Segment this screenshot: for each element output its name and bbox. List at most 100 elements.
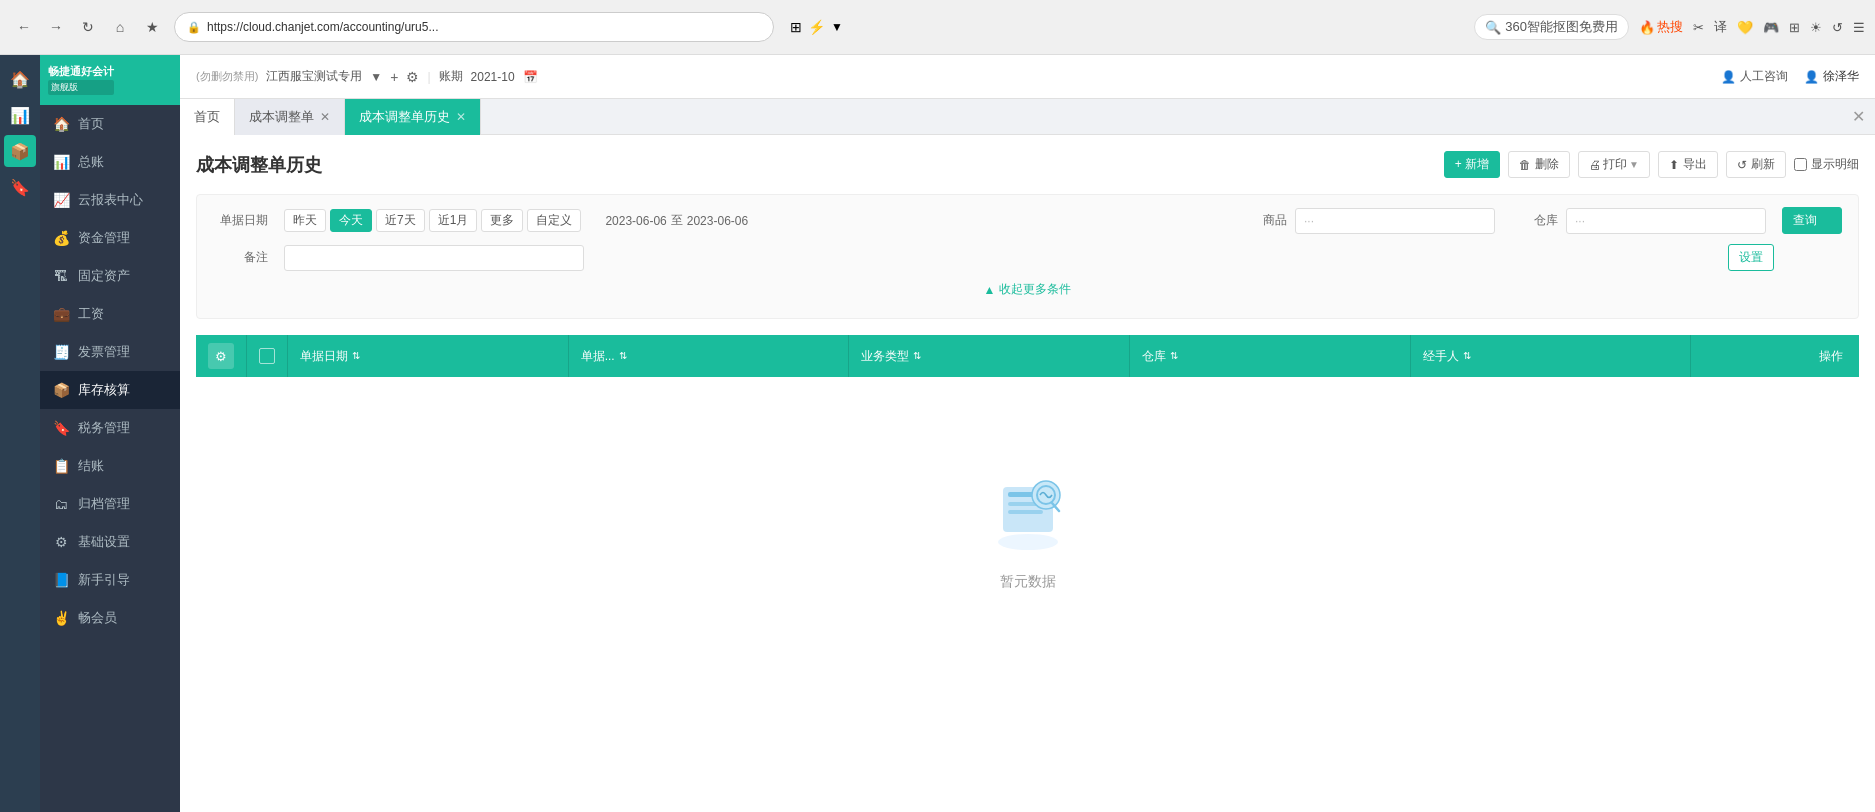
lightning-icon[interactable]: ⚡	[808, 19, 825, 35]
sidebar-item-settings[interactable]: ⚙ 基础设置	[40, 523, 180, 561]
show-detail-checkbox[interactable]	[1794, 158, 1807, 171]
translate-icon[interactable]: 译	[1714, 18, 1727, 36]
date-btn-1month[interactable]: 近1月	[429, 209, 478, 232]
sidebar-item-salary[interactable]: 💼 工资	[40, 295, 180, 333]
sidebar-item-account[interactable]: 📋 结账	[40, 447, 180, 485]
export-button[interactable]: ⬆ 导出	[1658, 151, 1718, 178]
sidebar-label-salary: 工资	[78, 305, 104, 323]
account-icon: 📋	[52, 458, 70, 474]
remark-filter-input[interactable]	[284, 245, 584, 271]
forward-button[interactable]: →	[42, 13, 70, 41]
select-all-checkbox[interactable]	[259, 348, 275, 364]
table-settings-icon[interactable]: ⚙	[208, 343, 234, 369]
sidebar-item-member[interactable]: ✌ 畅会员	[40, 599, 180, 637]
search-bar[interactable]: 🔍 360智能抠图免费用	[1474, 14, 1629, 40]
sidebar-item-ledger[interactable]: 📊 总账	[40, 143, 180, 181]
print-button[interactable]: 🖨 打印 ▼	[1578, 151, 1650, 178]
tabs-bar: 首页 成本调整单 ✕ 成本调整单历史 ✕ ✕	[180, 99, 1875, 135]
sort-num-icon: ⇅	[619, 351, 627, 361]
col-checkbox[interactable]	[247, 335, 288, 377]
home-nav-button[interactable]: ⌂	[106, 13, 134, 41]
user-menu[interactable]: 👤 徐泽华	[1804, 68, 1859, 85]
date-btn-today[interactable]: 今天	[330, 209, 372, 232]
sidebar-item-reports[interactable]: 📈 云报表中心	[40, 181, 180, 219]
refresh-button[interactable]: ↺ 刷新	[1726, 151, 1786, 178]
company-dropdown-icon[interactable]: ▼	[370, 70, 382, 84]
tab-cost-adjust[interactable]: 成本调整单 ✕	[235, 99, 345, 135]
guide-icon: 📘	[52, 572, 70, 588]
col-date-label: 单据日期	[300, 348, 348, 365]
tab-cost-adjust-history[interactable]: 成本调整单历史 ✕	[345, 99, 481, 135]
bookmark-button[interactable]: ★	[138, 13, 166, 41]
page-title: 成本调整单历史	[196, 153, 322, 177]
wallet-icon[interactable]: 💛	[1737, 20, 1753, 35]
show-detail-toggle[interactable]: 显示明细	[1794, 156, 1859, 173]
empty-text: 暂元数据	[1000, 573, 1056, 591]
back-button[interactable]: ←	[10, 13, 38, 41]
print-icon: 🖨	[1589, 158, 1601, 172]
iconbar-item-active[interactable]: 📦	[4, 135, 36, 167]
col-warehouse[interactable]: 仓库 ⇅	[1129, 335, 1410, 377]
apps-icon[interactable]: ⊞	[1789, 20, 1800, 35]
game-icon[interactable]: 🎮	[1763, 20, 1779, 35]
address-bar[interactable]: 🔒 https://cloud.chanjet.com/accounting/u…	[174, 12, 774, 42]
col-settings[interactable]: ⚙	[196, 335, 247, 377]
search-button[interactable]: 查询	[1782, 207, 1842, 234]
sidebar-label-home: 首页	[78, 115, 104, 133]
iconbar-item-4[interactable]: 🔖	[4, 171, 36, 203]
sort-date-icon: ⇅	[352, 351, 360, 361]
empty-state: 暂元数据	[196, 377, 1859, 671]
settings-button[interactable]: 设置	[1728, 244, 1774, 271]
goods-more-dots: ···	[1304, 214, 1314, 228]
settings-gear-icon[interactable]: ⚙	[406, 69, 419, 85]
tab-home[interactable]: 首页	[180, 99, 235, 135]
consult-button[interactable]: 👤 人工咨询	[1721, 68, 1788, 85]
date-btn-yesterday[interactable]: 昨天	[284, 209, 326, 232]
period-label: 账期	[439, 68, 463, 85]
menu-icon[interactable]: ☰	[1853, 20, 1865, 35]
iconbar-item-1[interactable]: 🏠	[4, 63, 36, 95]
sidebar-item-invoice[interactable]: 🧾 发票管理	[40, 333, 180, 371]
sidebar-label-tax: 税务管理	[78, 419, 130, 437]
sort-biztype-icon: ⇅	[913, 351, 921, 361]
iconbar-item-2[interactable]: 📊	[4, 99, 36, 131]
sun-icon[interactable]: ☀	[1810, 20, 1822, 35]
close-all-tabs-button[interactable]: ✕	[1852, 107, 1865, 126]
refresh-button[interactable]: ↻	[74, 13, 102, 41]
col-date[interactable]: 单据日期 ⇅	[288, 335, 569, 377]
sidebar-logo[interactable]: 畅捷通好会计 旗舰版	[40, 55, 180, 105]
collapse-button[interactable]: ▲ 收起更多条件	[984, 281, 1072, 298]
col-biztype[interactable]: 业务类型 ⇅	[849, 335, 1130, 377]
sidebar-item-funds[interactable]: 💰 资金管理	[40, 219, 180, 257]
sidebar-item-tax[interactable]: 🔖 税务管理	[40, 409, 180, 447]
warehouse-filter-select[interactable]: ···	[1566, 208, 1766, 234]
col-person[interactable]: 经手人 ⇅	[1410, 335, 1691, 377]
search-icon: 🔍	[1485, 20, 1501, 35]
hot-search[interactable]: 🔥热搜	[1639, 18, 1683, 36]
delete-button[interactable]: 🗑 删除	[1508, 151, 1570, 178]
add-company-button[interactable]: +	[390, 69, 398, 85]
date-btn-more[interactable]: 更多	[481, 209, 523, 232]
col-num[interactable]: 单据... ⇅	[568, 335, 849, 377]
sidebar-item-home[interactable]: 🏠 首页	[40, 105, 180, 143]
sidebar-label-funds: 资金管理	[78, 229, 130, 247]
undo-icon[interactable]: ↺	[1832, 20, 1843, 35]
goods-filter-select[interactable]: ···	[1295, 208, 1495, 234]
col-warehouse-label: 仓库	[1142, 348, 1166, 365]
date-btn-7days[interactable]: 近7天	[376, 209, 425, 232]
sidebar-item-archive[interactable]: 🗂 归档管理	[40, 485, 180, 523]
date-btn-custom[interactable]: 自定义	[527, 209, 581, 232]
tab-cost-adjust-close[interactable]: ✕	[320, 110, 330, 124]
grid-icon[interactable]: ⊞	[790, 19, 802, 35]
svg-point-0	[998, 534, 1058, 550]
sidebar-item-inventory[interactable]: 📦 库存核算	[40, 371, 180, 409]
date-filter-label: 单据日期	[213, 212, 268, 229]
calendar-icon[interactable]: 📅	[523, 70, 538, 84]
tab-cost-adjust-history-close[interactable]: ✕	[456, 110, 466, 124]
sidebar-item-guide[interactable]: 📘 新手引导	[40, 561, 180, 599]
sidebar-item-fixed-assets[interactable]: 🏗 固定资产	[40, 257, 180, 295]
tab-cost-adjust-label: 成本调整单	[249, 108, 314, 126]
scissors-icon[interactable]: ✂	[1693, 20, 1704, 35]
dropdown-arrow-icon[interactable]: ▼	[831, 20, 843, 34]
new-button[interactable]: + 新增	[1444, 151, 1500, 178]
